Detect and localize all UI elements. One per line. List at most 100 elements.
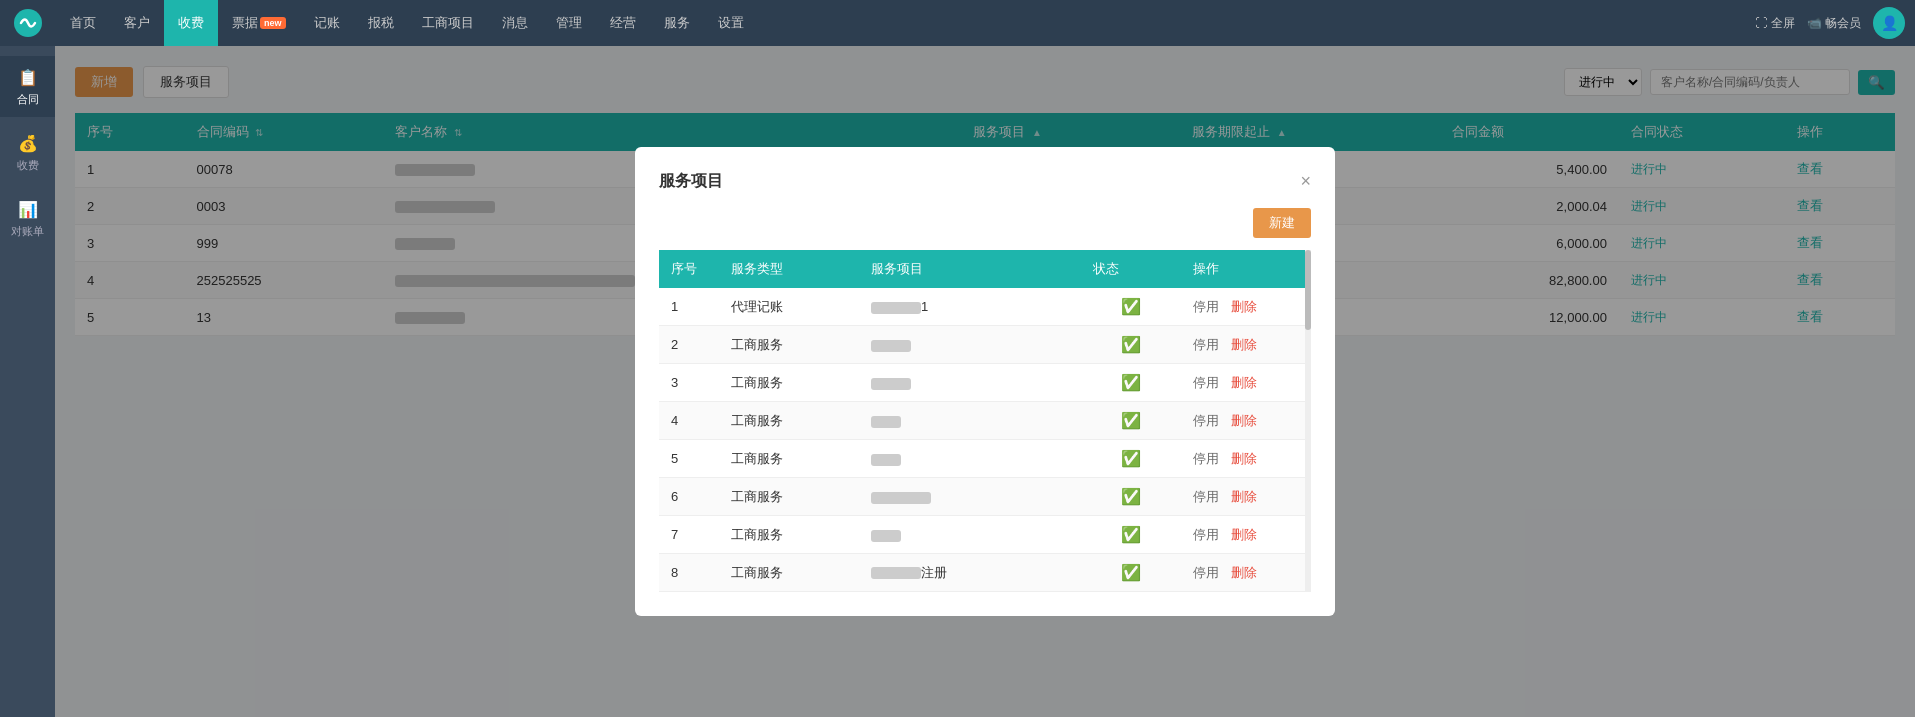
status-check-icon: ✅ (1121, 488, 1141, 505)
modal-cell-item (859, 364, 1081, 402)
modal-cell-status: ✅ (1081, 554, 1181, 592)
top-nav: 首页 客户 收费 票据 new 记账 报税 工商项目 消息 管理 经营 服务 设… (0, 0, 1915, 46)
modal-cell-seq: 3 (659, 364, 719, 402)
fullscreen-btn[interactable]: ⛶ 全屏 (1755, 15, 1794, 32)
status-check-icon: ✅ (1121, 374, 1141, 391)
modal-cell-status: ✅ (1081, 440, 1181, 478)
modal-cell-action: 停用 删除 (1181, 440, 1311, 478)
modal-cell-type: 工商服务 (719, 364, 859, 402)
sidebar-item-fee[interactable]: 💰 收费 (0, 122, 55, 183)
modal-cell-action: 停用 删除 (1181, 554, 1311, 592)
modal-cell-seq: 5 (659, 440, 719, 478)
modal-cell-seq: 2 (659, 326, 719, 364)
sidebar: 📋 合同 💰 收费 📊 对账单 (0, 46, 55, 717)
nav-customer[interactable]: 客户 (110, 0, 164, 46)
nav-badge-new: new (260, 17, 286, 29)
scroll-thumb (1305, 250, 1311, 330)
delete-button[interactable]: 删除 (1231, 413, 1257, 428)
modal-cell-action: 停用 删除 (1181, 516, 1311, 554)
main-layout: 📋 合同 💰 收费 📊 对账单 新增 服务项目 进行中 已结束 全部 (0, 46, 1915, 717)
modal-col-seq: 序号 (659, 250, 719, 288)
modal-header: 服务项目 × (659, 171, 1311, 192)
delete-button[interactable]: 删除 (1231, 375, 1257, 390)
modal-cell-type: 工商服务 (719, 554, 859, 592)
modal-cell-action: 停用 删除 (1181, 402, 1311, 440)
modal-col-status: 状态 (1081, 250, 1181, 288)
modal-table-row: 4 工商服务 ✅ 停用 删除 (659, 402, 1311, 440)
modal-cell-type: 工商服务 (719, 402, 859, 440)
service-modal: 服务项目 × 新建 序号 服务类型 服务项目 状态 (635, 147, 1335, 616)
modal-cell-type: 工商服务 (719, 440, 859, 478)
delete-button[interactable]: 删除 (1231, 565, 1257, 580)
modal-cell-item (859, 402, 1081, 440)
fullscreen-icon: ⛶ (1755, 16, 1767, 30)
modal-table-row: 3 工商服务 ✅ 停用 删除 (659, 364, 1311, 402)
modal-cell-action: 停用 删除 (1181, 288, 1311, 326)
stop-button[interactable]: 停用 (1193, 565, 1219, 580)
nav-message[interactable]: 消息 (488, 0, 542, 46)
delete-button[interactable]: 删除 (1231, 337, 1257, 352)
modal-overlay[interactable]: 服务项目 × 新建 序号 服务类型 服务项目 状态 (55, 46, 1915, 717)
nav-manage[interactable]: 管理 (542, 0, 596, 46)
status-check-icon: ✅ (1121, 412, 1141, 429)
stop-button[interactable]: 停用 (1193, 375, 1219, 390)
modal-cell-action: 停用 删除 (1181, 326, 1311, 364)
contract-icon: 📋 (17, 66, 39, 88)
modal-toolbar: 新建 (659, 208, 1311, 238)
nav-baoshui[interactable]: 报税 (354, 0, 408, 46)
member-btn[interactable]: 📹 畅会员 (1807, 15, 1861, 32)
stop-button[interactable]: 停用 (1193, 299, 1219, 314)
delete-button[interactable]: 删除 (1231, 299, 1257, 314)
modal-cell-status: ✅ (1081, 364, 1181, 402)
modal-scroll-area[interactable]: 序号 服务类型 服务项目 状态 操作 1 代理记账 1 ✅ 停用 删除 (659, 250, 1311, 592)
modal-table-row: 5 工商服务 ✅ 停用 删除 (659, 440, 1311, 478)
nav-home[interactable]: 首页 (56, 0, 110, 46)
nav-gongshang[interactable]: 工商项目 (408, 0, 488, 46)
modal-cell-item: 1 (859, 288, 1081, 326)
modal-cell-action: 停用 删除 (1181, 364, 1311, 402)
modal-cell-type: 工商服务 (719, 516, 859, 554)
modal-close-button[interactable]: × (1300, 171, 1311, 192)
member-icon: 📹 (1807, 16, 1822, 30)
main-content: 新增 服务项目 进行中 已结束 全部 🔍 序号 合同编码 ⇅ 客 (55, 46, 1915, 717)
modal-cell-status: ✅ (1081, 402, 1181, 440)
status-check-icon: ✅ (1121, 336, 1141, 353)
stop-button[interactable]: 停用 (1193, 451, 1219, 466)
modal-cell-type: 代理记账 (719, 288, 859, 326)
status-check-icon: ✅ (1121, 450, 1141, 467)
modal-col-action: 操作 (1181, 250, 1311, 288)
modal-table-row: 6 工商服务 ✅ 停用 删除 (659, 478, 1311, 516)
statement-icon: 📊 (17, 198, 39, 220)
modal-cell-item (859, 478, 1081, 516)
modal-table-row: 8 工商服务 注册 ✅ 停用 删除 (659, 554, 1311, 592)
modal-cell-item (859, 440, 1081, 478)
nav-service[interactable]: 服务 (650, 0, 704, 46)
modal-table-row: 2 工商服务 ✅ 停用 删除 (659, 326, 1311, 364)
nav-piaoju[interactable]: 票据 new (218, 0, 300, 46)
top-nav-right: ⛶ 全屏 📹 畅会员 👤 (1755, 7, 1905, 39)
stop-button[interactable]: 停用 (1193, 489, 1219, 504)
scrollbar[interactable] (1305, 250, 1311, 592)
delete-button[interactable]: 删除 (1231, 489, 1257, 504)
modal-cell-status: ✅ (1081, 326, 1181, 364)
sidebar-item-contract[interactable]: 📋 合同 (0, 56, 55, 117)
delete-button[interactable]: 删除 (1231, 451, 1257, 466)
delete-button[interactable]: 删除 (1231, 527, 1257, 542)
nav-jizhang[interactable]: 记账 (300, 0, 354, 46)
avatar[interactable]: 👤 (1873, 7, 1905, 39)
modal-cell-seq: 1 (659, 288, 719, 326)
service-table: 序号 服务类型 服务项目 状态 操作 1 代理记账 1 ✅ 停用 删除 (659, 250, 1311, 592)
stop-button[interactable]: 停用 (1193, 413, 1219, 428)
modal-cell-seq: 7 (659, 516, 719, 554)
nav-jingying[interactable]: 经营 (596, 0, 650, 46)
nav-shoufei[interactable]: 收费 (164, 0, 218, 46)
modal-cell-seq: 8 (659, 554, 719, 592)
sidebar-item-statement[interactable]: 📊 对账单 (0, 188, 55, 249)
fee-icon: 💰 (17, 132, 39, 154)
stop-button[interactable]: 停用 (1193, 337, 1219, 352)
nav-settings[interactable]: 设置 (704, 0, 758, 46)
stop-button[interactable]: 停用 (1193, 527, 1219, 542)
modal-new-button[interactable]: 新建 (1253, 208, 1311, 238)
modal-table-row: 7 工商服务 ✅ 停用 删除 (659, 516, 1311, 554)
modal-title: 服务项目 (659, 171, 723, 192)
